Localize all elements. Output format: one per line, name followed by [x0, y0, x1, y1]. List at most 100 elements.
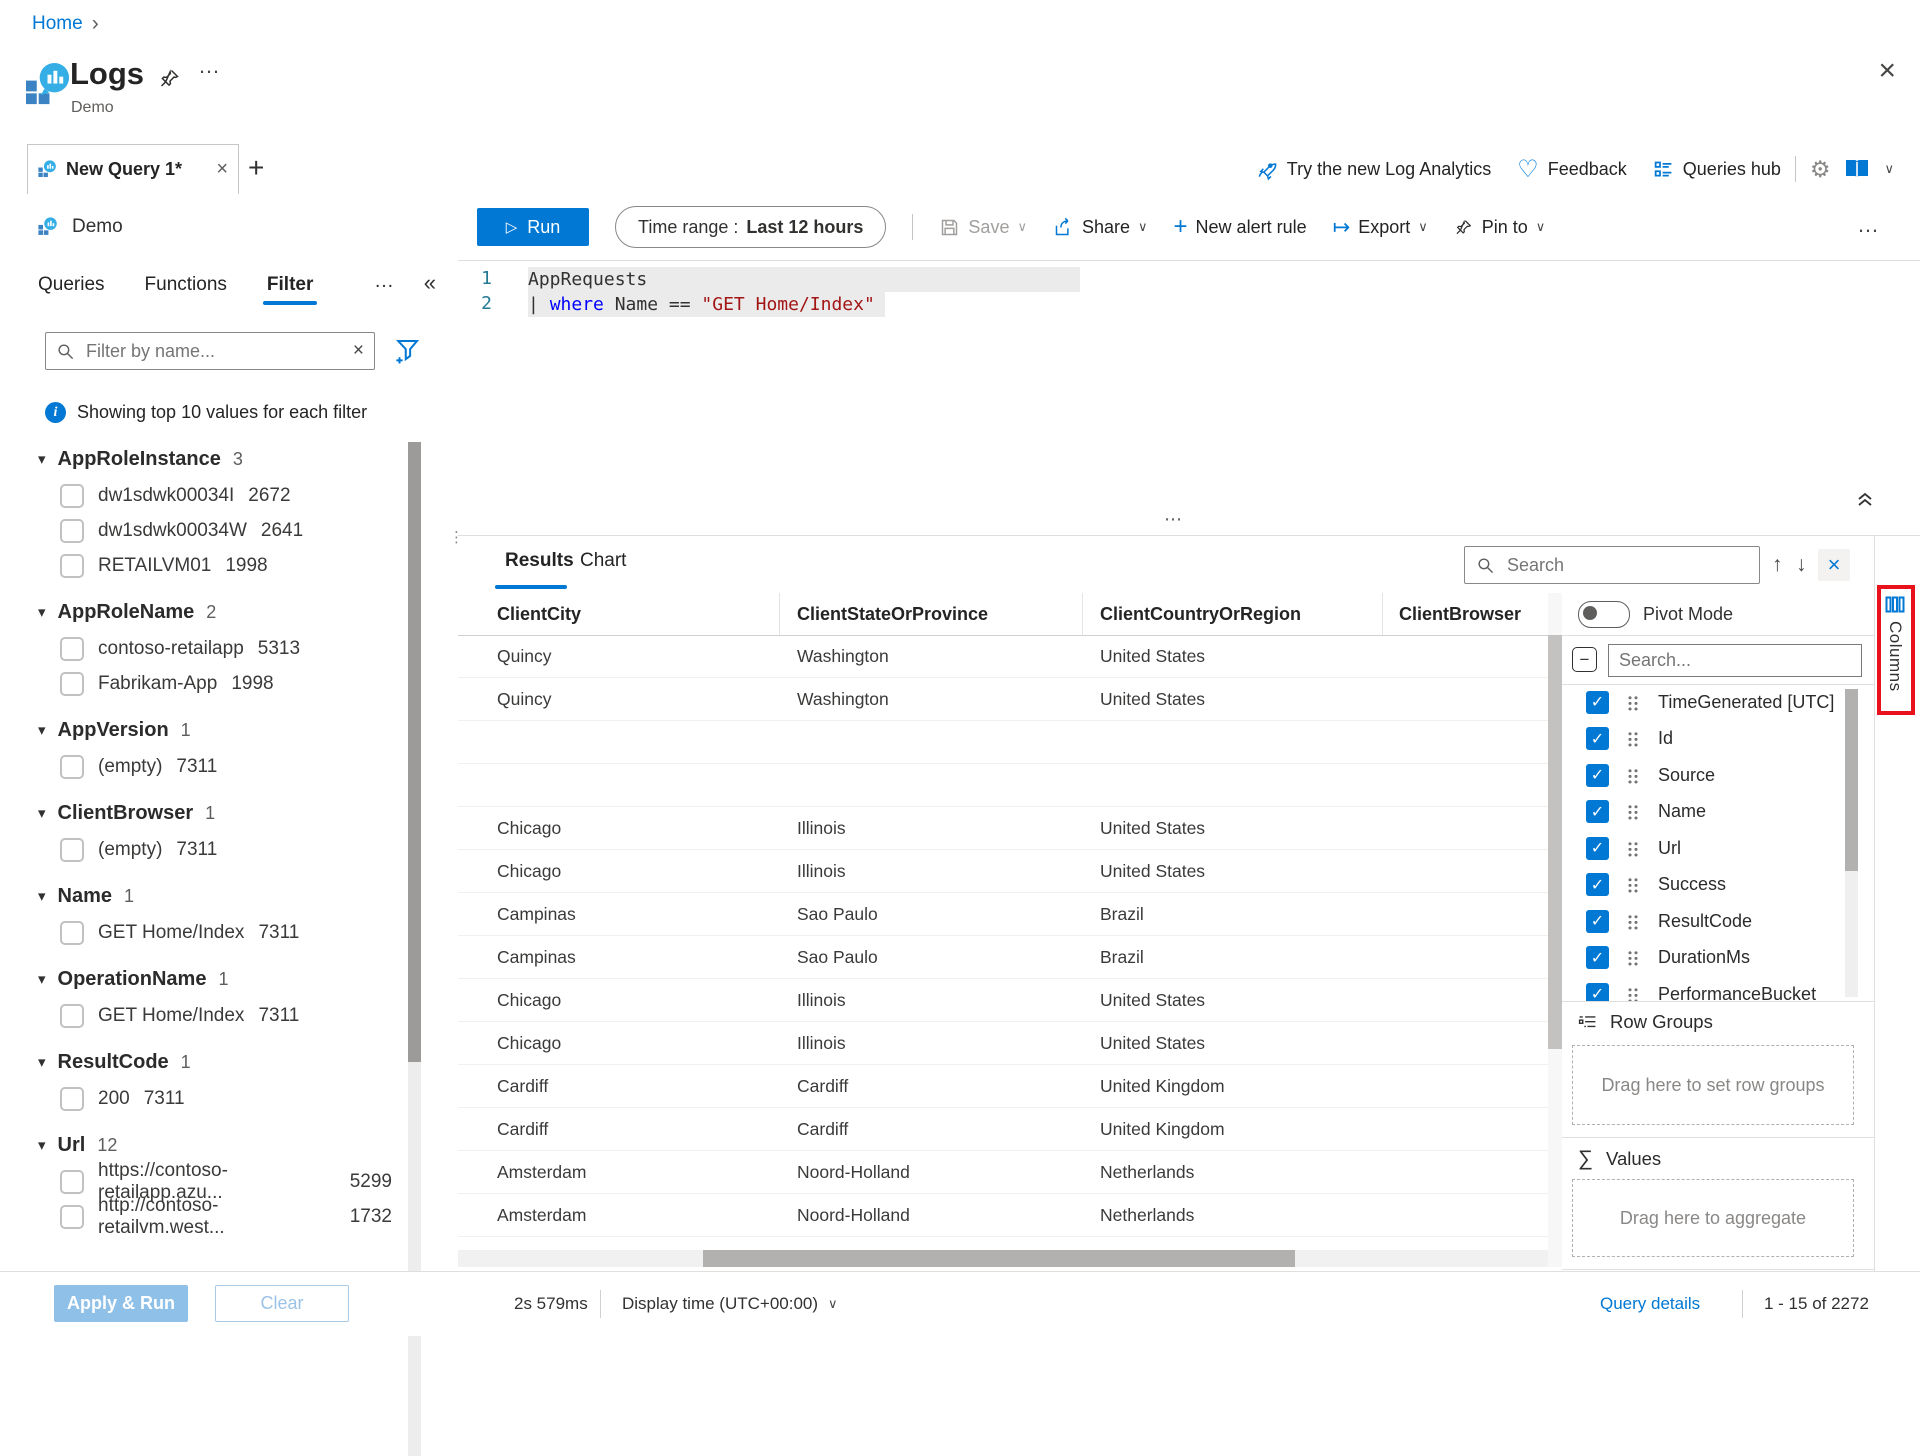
checkbox-checked[interactable]: ✓ [1586, 946, 1609, 969]
book-chevron-down-icon[interactable]: ∨ [1884, 161, 1894, 177]
checkbox-unchecked[interactable] [60, 637, 84, 661]
column-header[interactable]: ClientCountryOrRegion [1083, 593, 1383, 635]
table-row[interactable]: CardiffCardiffUnited Kingdom [458, 1065, 1548, 1108]
filter-value-row[interactable]: dw1sdwk00034W2641 [38, 513, 392, 548]
scope-picker[interactable]: Demo [38, 194, 123, 260]
checkbox-unchecked[interactable] [60, 1205, 84, 1229]
filter-value-row[interactable]: (empty)7311 [38, 749, 392, 784]
table-row[interactable]: AmsterdamNoord-HollandNetherlands [458, 1194, 1548, 1237]
filter-value-row[interactable]: RETAILVM011998 [38, 548, 392, 583]
panel-search-input[interactable] [1609, 650, 1861, 671]
filter-value-row[interactable]: (empty)7311 [38, 832, 392, 867]
sidebar-tab-functions[interactable]: Functions [145, 274, 227, 296]
hscrollbar-thumb[interactable] [703, 1250, 1295, 1267]
export-button[interactable]: ↦ Export ∨ [1333, 215, 1428, 240]
time-range-picker[interactable]: Time range : Last 12 hours [615, 206, 886, 248]
filter-group-header[interactable]: ▾ Url 12 [38, 1126, 392, 1164]
column-header[interactable]: ClientStateOrProvince [780, 593, 1083, 635]
checkbox-unchecked[interactable] [60, 1170, 84, 1194]
column-toggle-row[interactable]: ✓DurationMs [1562, 940, 1874, 977]
filter-group-header[interactable]: ▾ Name 1 [38, 877, 392, 915]
filter-group-header[interactable]: ▾ AppRoleInstance 3 [38, 440, 392, 478]
feedback-button[interactable]: ♡ Feedback [1517, 155, 1627, 184]
sidebar-scrollbar-thumb[interactable] [408, 442, 421, 1062]
query-editor[interactable]: 1 2 AppRequests | where Name == "GET Hom… [458, 260, 1920, 536]
drag-handle-icon[interactable] [1627, 803, 1639, 820]
tab-results[interactable]: Results [505, 550, 574, 572]
sidebar-collapse-icon[interactable]: « [424, 270, 436, 296]
collapse-editor-icon[interactable] [1856, 491, 1874, 507]
column-toggle-row[interactable]: ✓Name [1562, 794, 1874, 831]
query-line-1[interactable]: AppRequests [528, 267, 1080, 292]
table-vertical-scrollbar[interactable] [1548, 593, 1562, 1267]
collapse-all-button[interactable]: − [1572, 647, 1597, 672]
table-row[interactable]: ChicagoIllinoisUnited States [458, 1022, 1548, 1065]
close-search-icon[interactable]: × [1818, 549, 1850, 581]
table-row[interactable] [458, 721, 1548, 764]
settings-gear-icon[interactable]: ⚙ [1810, 156, 1831, 183]
checkbox-unchecked[interactable] [60, 921, 84, 945]
column-toggle-row[interactable]: ✓Success [1562, 867, 1874, 904]
column-toggle-row[interactable]: ✓Url [1562, 830, 1874, 867]
checkbox-checked[interactable]: ✓ [1586, 800, 1609, 823]
search-prev-icon[interactable]: ↑ [1772, 553, 1783, 577]
filter-value-row[interactable]: http://contoso-retailvm.west...1732 [38, 1199, 392, 1234]
checkbox-checked[interactable]: ✓ [1586, 910, 1609, 933]
checkbox-unchecked[interactable] [60, 554, 84, 578]
drag-handle-icon[interactable] [1627, 986, 1639, 1002]
checkbox-unchecked[interactable] [60, 838, 84, 862]
column-toggle-row[interactable]: ✓Source [1562, 757, 1874, 794]
tab-chart[interactable]: Chart [580, 550, 626, 572]
drag-handle-icon[interactable] [1627, 949, 1639, 966]
column-header[interactable]: ClientBrowser [1383, 593, 1548, 635]
query-details-link[interactable]: Query details [1600, 1272, 1700, 1336]
drag-handle-icon[interactable] [1627, 876, 1639, 893]
tab-close-icon[interactable]: × [216, 158, 228, 181]
results-search-box[interactable] [1464, 546, 1760, 584]
table-row[interactable]: ChicagoIllinoisUnited States [458, 807, 1548, 850]
queries-hub-button[interactable]: Queries hub [1653, 159, 1781, 180]
display-time-selector[interactable]: Display time (UTC+00:00) ∨ [622, 1272, 838, 1336]
column-toggle-row[interactable]: ✓Id [1562, 721, 1874, 758]
search-next-icon[interactable]: ↓ [1796, 553, 1807, 577]
drag-handle-icon[interactable] [1627, 913, 1639, 930]
table-row[interactable]: CampinasSao PauloBrazil [458, 893, 1548, 936]
table-row[interactable] [458, 764, 1548, 807]
results-search-input[interactable] [1505, 554, 1748, 577]
filter-search-box[interactable]: × [45, 332, 375, 370]
filter-value-row[interactable]: contoso-retailapp5313 [38, 631, 392, 666]
row-groups-dropzone[interactable]: Drag here to set row groups [1572, 1045, 1854, 1125]
checkbox-checked[interactable]: ✓ [1586, 873, 1609, 896]
checkbox-unchecked[interactable] [60, 484, 84, 508]
pin-to-button[interactable]: Pin to ∨ [1454, 217, 1546, 238]
try-new-log-analytics-button[interactable]: Try the new Log Analytics [1255, 158, 1491, 181]
share-button[interactable]: Share ∨ [1053, 217, 1148, 238]
sidebar-tab-queries[interactable]: Queries [38, 274, 105, 296]
filter-group-header[interactable]: ▾ ResultCode 1 [38, 1043, 392, 1081]
filter-group-header[interactable]: ▾ AppRoleName 2 [38, 593, 392, 631]
values-dropzone[interactable]: Drag here to aggregate [1572, 1179, 1854, 1257]
column-toggle-row[interactable]: ✓ResultCode [1562, 903, 1874, 940]
table-row[interactable]: QuincyWashingtonUnited States [458, 678, 1548, 721]
table-row[interactable]: CardiffCardiffUnited Kingdom [458, 1108, 1548, 1151]
add-tab-button[interactable]: + [248, 152, 264, 184]
checkbox-checked[interactable]: ✓ [1586, 727, 1609, 750]
header-more-icon[interactable]: … [198, 53, 221, 79]
checkbox-checked[interactable]: ✓ [1586, 983, 1609, 1002]
checkbox-checked[interactable]: ✓ [1586, 691, 1609, 714]
pivot-mode-toggle[interactable] [1578, 601, 1630, 628]
checkbox-unchecked[interactable] [60, 755, 84, 779]
drag-handle-icon[interactable] [1627, 730, 1639, 747]
tab-new-query[interactable]: New Query 1* × [27, 144, 239, 194]
filter-value-row[interactable]: 2007311 [38, 1081, 392, 1116]
table-row[interactable]: ChicagoIllinoisUnited States [458, 850, 1548, 893]
filter-group-header[interactable]: ▾ ClientBrowser 1 [38, 794, 392, 832]
checkbox-unchecked[interactable] [60, 1087, 84, 1111]
clear-search-icon[interactable]: × [353, 340, 364, 362]
filter-value-row[interactable]: Fabrikam-App1998 [38, 666, 392, 701]
drag-handle-icon[interactable] [1627, 840, 1639, 857]
pin-blade-icon[interactable] [158, 66, 182, 90]
reference-book-icon[interactable] [1844, 158, 1870, 180]
breadcrumb-home-link[interactable]: Home [32, 13, 83, 35]
add-filter-funnel-icon[interactable] [392, 336, 422, 366]
